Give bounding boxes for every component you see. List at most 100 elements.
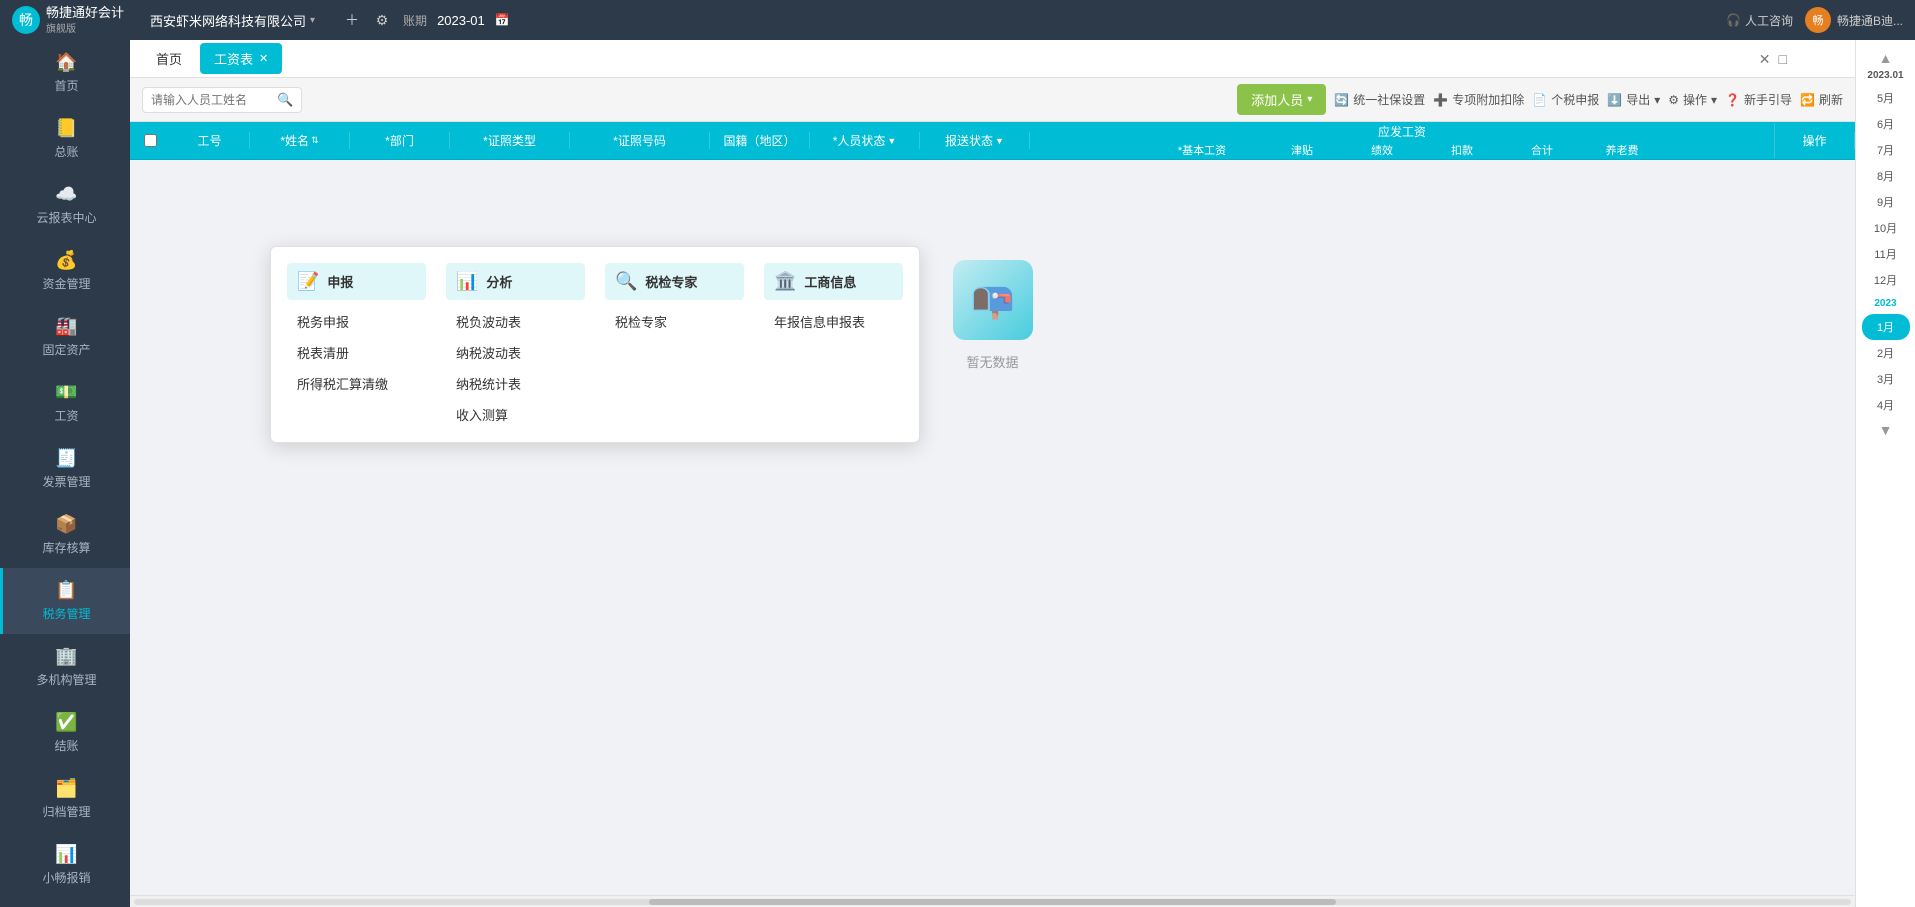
th-employee-id: 工号 <box>170 132 250 149</box>
sidebar-item-home[interactable]: 🏠 首页 <box>0 40 130 106</box>
content-area: 首页 工资表 ✕ ✕ □ 🔍 添加人员 ▾ <box>130 40 1855 907</box>
special-deduction-button[interactable]: ➕ 专项附加扣除 <box>1433 91 1524 108</box>
calendar-month-3[interactable]: 3月 <box>1862 366 1910 392</box>
th-id-number: *证照号码 <box>570 132 710 149</box>
sidebar-item-inventory[interactable]: 📦 库存核算 <box>0 502 130 568</box>
operations-button[interactable]: ⚙ 操作 ▾ <box>1668 91 1717 108</box>
menu-item-tax-payment-fluctuation[interactable]: 纳税波动表 <box>456 341 575 364</box>
th-checkbox[interactable] <box>130 134 170 147</box>
th-report-status[interactable]: 报送状态 ▼ <box>920 132 1030 149</box>
avatar: 畅 <box>1805 7 1831 33</box>
beginner-guide-label: 新手引导 <box>1744 91 1792 108</box>
sidebar-label-fixed-assets: 固定资产 <box>42 341 90 358</box>
menu-item-tax-declaration[interactable]: 税务申报 <box>297 310 416 333</box>
sidebar-item-fixed-assets[interactable]: 🏭 固定资产 <box>0 304 130 370</box>
sidebar-item-report[interactable]: 📊 小畅报销 <box>0 832 130 898</box>
th-department: *部门 <box>350 132 450 149</box>
tab-close-icon[interactable]: ✕ <box>259 52 268 65</box>
th-name[interactable]: *姓名 ⇅ <box>250 132 350 149</box>
calendar-month-11[interactable]: 11月 <box>1862 241 1910 267</box>
settings-icon[interactable]: ⚙ <box>371 9 393 31</box>
search-icon[interactable]: 🔍 <box>277 92 293 108</box>
sidebar-label-inventory: 库存核算 <box>42 539 90 556</box>
calendar-month-8[interactable]: 8月 <box>1862 163 1910 189</box>
calendar-prev-button[interactable]: ▲ <box>1874 46 1898 70</box>
calendar-month-4[interactable]: 4月 <box>1862 392 1910 418</box>
scrollbar-thumb[interactable] <box>649 899 1336 905</box>
calendar-month-1[interactable]: 1月 <box>1862 314 1910 340</box>
app-logo-icon: 畅 <box>12 6 40 34</box>
horizontal-scrollbar[interactable] <box>130 895 1855 907</box>
search-toolbar: 🔍 添加人员 ▾ 🔄 统一社保设置 ➕ 专项附加扣除 📄 个税申报 <box>130 78 1855 122</box>
calendar-month-10[interactable]: 10月 <box>1862 215 1910 241</box>
sidebar-item-closing[interactable]: ✅ 结账 <box>0 700 130 766</box>
search-input[interactable] <box>151 93 271 107</box>
toolbar-actions: 添加人员 ▾ 🔄 统一社保设置 ➕ 专项附加扣除 📄 个税申报 ⬇️ 导 <box>1237 84 1843 115</box>
sidebar-item-multi-org[interactable]: 🏢 多机构管理 <box>0 634 130 700</box>
app-name: 畅捷通好会计 <box>46 5 124 21</box>
th-nationality: 国籍（地区） <box>710 132 810 149</box>
sidebar-item-tax[interactable]: 📋 税务管理 <box>0 568 130 634</box>
calendar-month-2[interactable]: 2月 <box>1862 340 1910 366</box>
calendar-month-6[interactable]: 6月 <box>1862 111 1910 137</box>
declaration-icon: 📝 <box>297 271 319 292</box>
section-items-business-info: 年报信息申报表 <box>764 310 903 333</box>
social-insurance-button[interactable]: 🔄 统一社保设置 <box>1334 91 1425 108</box>
section-items-analysis: 税负波动表 纳税波动表 纳税统计表 收入测算 <box>446 310 585 426</box>
section-items-declaration: 税务申报 税表清册 所得税汇算清缴 <box>287 310 426 395</box>
sidebar-item-archive[interactable]: 🗂️ 归档管理 <box>0 766 130 832</box>
restore-window-button[interactable]: □ <box>1779 51 1787 67</box>
scrollbar-track[interactable] <box>134 899 1851 905</box>
sidebar-item-cloud-report[interactable]: ☁️ 云报表中心 <box>0 172 130 238</box>
sidebar-item-fund[interactable]: 💰 资金管理 <box>0 238 130 304</box>
individual-tax-button[interactable]: 📄 个税申报 <box>1532 91 1599 108</box>
tab-bar: 首页 工资表 ✕ ✕ □ <box>130 40 1855 78</box>
add-person-label: 添加人员 <box>1251 90 1303 109</box>
top-bar-actions: ＋ ⚙ <box>341 9 393 31</box>
calendar-month-7[interactable]: 7月 <box>1862 137 1910 163</box>
menu-item-income-tax-settlement[interactable]: 所得税汇算清缴 <box>297 372 416 395</box>
section-title-tax-expert: 税检专家 <box>645 272 697 291</box>
app-edition: 旗舰版 <box>46 20 124 35</box>
refresh-button[interactable]: 🔁 刷新 <box>1800 91 1843 108</box>
menu-item-tax-table[interactable]: 税表清册 <box>297 341 416 364</box>
refresh-label: 刷新 <box>1819 91 1843 108</box>
export-button[interactable]: ⬇️ 导出 ▾ <box>1607 91 1660 108</box>
individual-tax-label: 个税申报 <box>1551 91 1599 108</box>
th-status[interactable]: *人员状态 ▼ <box>810 132 920 149</box>
menu-item-income-estimation[interactable]: 收入测算 <box>456 403 575 426</box>
sidebar-label-payroll: 工资 <box>54 407 78 424</box>
th-id-type: *证照类型 <box>450 132 570 149</box>
report-filter-icon: ▼ <box>995 136 1004 146</box>
menu-item-tax-statistics[interactable]: 纳税统计表 <box>456 372 575 395</box>
export-arrow-icon: ▾ <box>1654 93 1660 107</box>
calendar-month-5[interactable]: 5月 <box>1862 85 1910 111</box>
company-selector[interactable]: 西安虾米网络科技有限公司 ▾ <box>142 11 323 30</box>
chevron-down-icon: ▾ <box>310 15 315 26</box>
sidebar-item-payroll[interactable]: 💵 工资 <box>0 370 130 436</box>
tab-home-label: 首页 <box>156 49 182 68</box>
service-button[interactable]: 🎧 人工咨询 <box>1726 12 1793 29</box>
sidebar-item-settings[interactable]: ⚙️ 基础设置 <box>0 898 130 907</box>
menu-item-tax-burden[interactable]: 税负波动表 <box>456 310 575 333</box>
add-person-button[interactable]: 添加人员 ▾ <box>1237 84 1326 115</box>
tab-home[interactable]: 首页 <box>142 43 196 74</box>
menu-item-tax-expert[interactable]: 税检专家 <box>615 310 734 333</box>
calendar-icon[interactable]: 📅 <box>495 13 510 27</box>
add-company-button[interactable]: ＋ <box>341 9 363 31</box>
section-title-business-info: 工商信息 <box>804 272 856 291</box>
calendar-month-12[interactable]: 12月 <box>1862 267 1910 293</box>
headset-icon: 🎧 <box>1726 13 1741 27</box>
close-window-button[interactable]: ✕ <box>1759 51 1771 68</box>
home-icon: 🏠 <box>55 52 77 73</box>
sidebar-item-invoice[interactable]: 🧾 发票管理 <box>0 436 130 502</box>
tab-payroll-table[interactable]: 工资表 ✕ <box>200 43 282 74</box>
sidebar-item-ledger[interactable]: 📒 总账 <box>0 106 130 172</box>
calendar-next-button[interactable]: ▼ <box>1874 418 1898 442</box>
calendar-month-9[interactable]: 9月 <box>1862 189 1910 215</box>
menu-item-annual-report[interactable]: 年报信息申报表 <box>774 310 893 333</box>
user-area[interactable]: 畅 畅捷通B迪... <box>1805 7 1903 33</box>
select-all-checkbox[interactable] <box>144 134 157 147</box>
beginner-guide-button[interactable]: ❓ 新手引导 <box>1725 91 1792 108</box>
section-items-tax-expert: 税检专家 <box>605 310 744 333</box>
